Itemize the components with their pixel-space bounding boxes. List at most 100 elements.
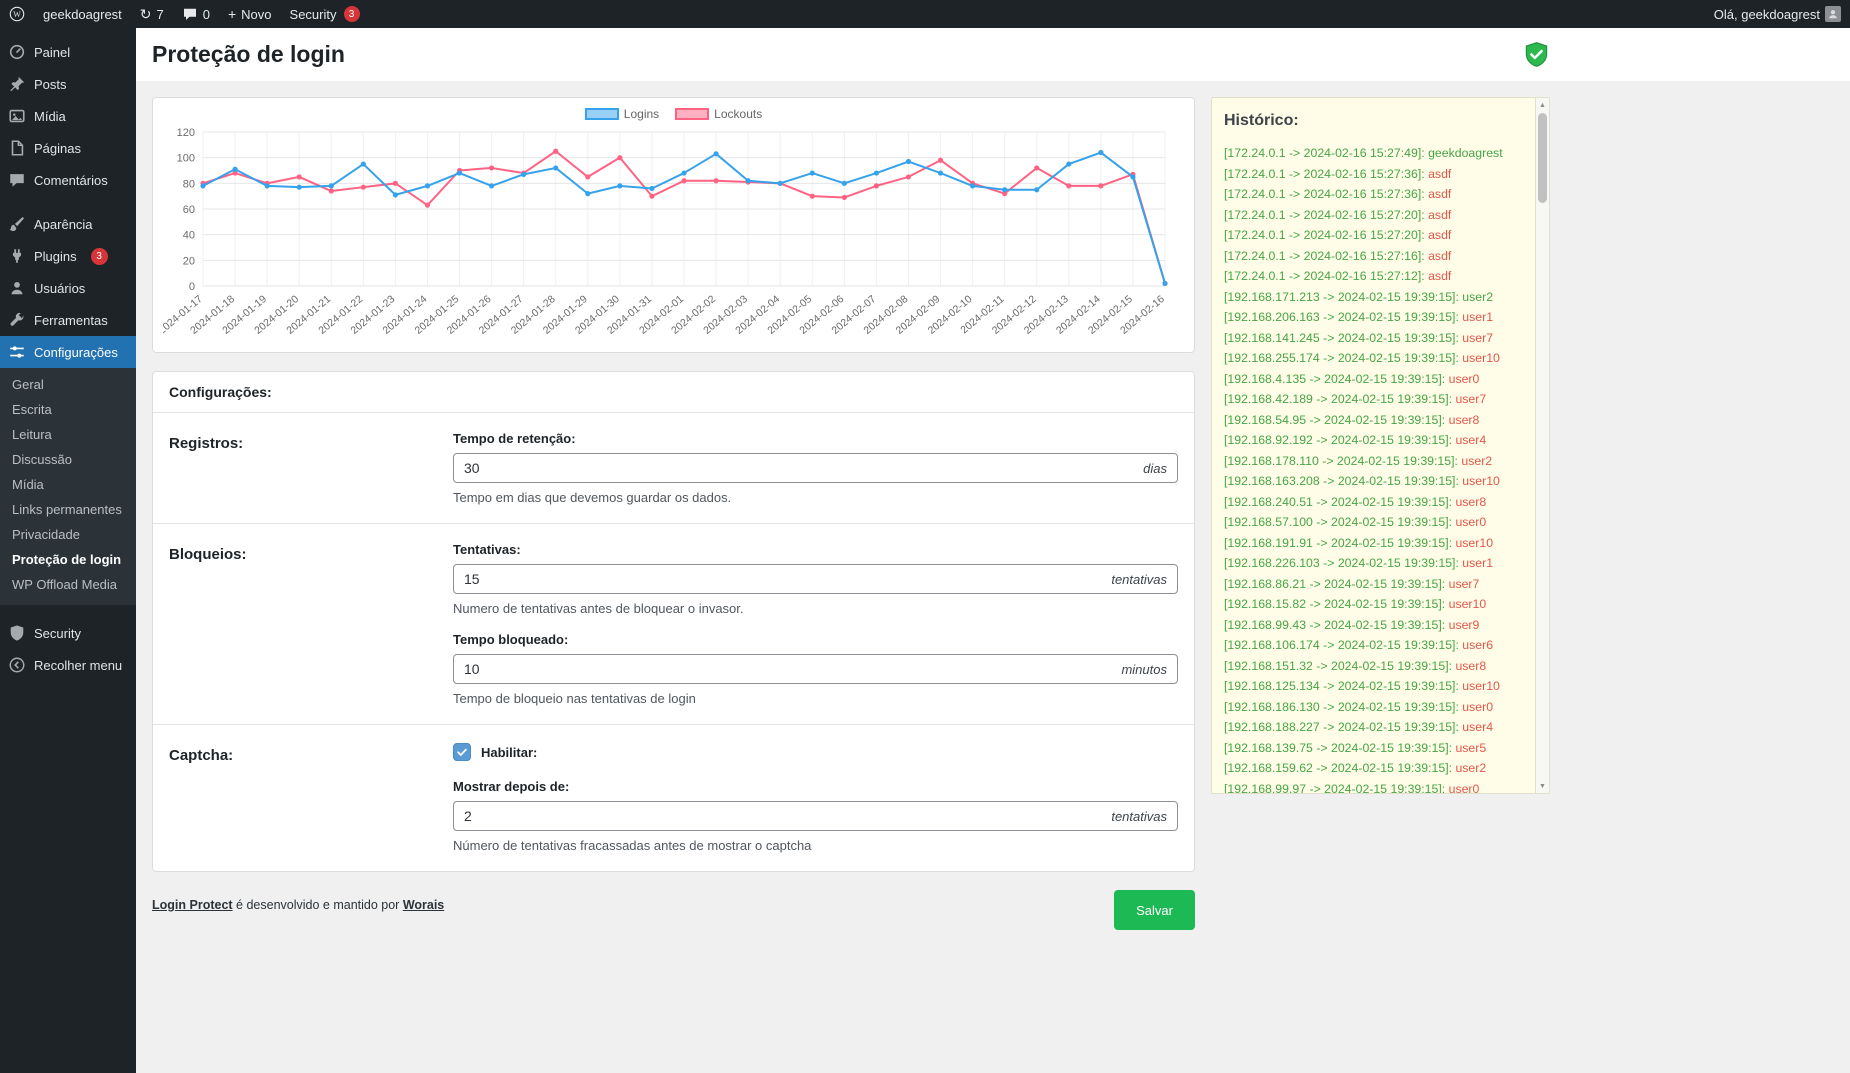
sidebar-subitem-leitura[interactable]: Leitura	[0, 422, 136, 447]
legend-label: Lockouts	[714, 107, 763, 121]
history-entry: [192.168.42.189 -> 2024-02-15 19:39:15]:…	[1224, 392, 1487, 406]
retention-input[interactable]	[464, 460, 1144, 476]
retention-suffix: dias	[1143, 460, 1167, 476]
lock-time-input-wrap: minutos	[453, 654, 1178, 684]
plugins-icon	[8, 247, 26, 265]
account-menu[interactable]: Olá, geekdoagrest	[1705, 0, 1850, 28]
save-button[interactable]: Salvar	[1114, 890, 1195, 930]
attempts-input-wrap: tentativas	[453, 564, 1178, 594]
legend-color-box	[584, 108, 619, 120]
avatar	[1825, 6, 1841, 22]
sidebar-subitem-privacidade[interactable]: Privacidade	[0, 522, 136, 547]
settings-icon	[8, 343, 26, 361]
appearance-icon	[8, 215, 26, 233]
lock-time-input[interactable]	[464, 661, 1122, 677]
section-captcha: Captcha: Habilitar: Mostrar depois de: 2…	[153, 725, 1194, 871]
sidebar-item-label: Mídia	[34, 108, 66, 124]
admin-bar-security[interactable]: Security 3	[281, 0, 369, 28]
wordpress-logo-icon[interactable]: W	[0, 0, 34, 28]
history-entry: [192.168.151.32 -> 2024-02-15 19:39:15]:…	[1224, 658, 1487, 673]
attempts-input[interactable]	[464, 571, 1112, 587]
history-entry: [172.24.0.1 -> 2024-02-16 15:27:49]: gee…	[1224, 146, 1503, 160]
sidebar-item-configuracoes[interactable]: Configurações	[0, 336, 136, 368]
history-entry: [192.168.99.43 -> 2024-02-15 19:39:15]: …	[1224, 617, 1480, 632]
sidebar-item-security[interactable]: Security	[0, 617, 136, 649]
comments-indicator[interactable]: 0	[173, 0, 219, 28]
history-entry: [172.24.0.1 -> 2024-02-16 15:27:16]: asd…	[1224, 248, 1452, 263]
new-content-button[interactable]: + Novo	[219, 0, 281, 28]
sidebar-item-plugins[interactable]: Plugins 3	[0, 240, 136, 272]
posts-icon	[8, 75, 26, 93]
sidebar-subitem-wp-offload-media[interactable]: WP Offload Media	[0, 572, 136, 597]
sidebar-item-recolher-menu[interactable]: Recolher menu	[0, 649, 136, 681]
sidebar-item-label: Posts	[34, 76, 67, 92]
dashboard-icon	[8, 43, 26, 61]
history-entry: [192.168.106.174 -> 2024-02-15 19:39:15]…	[1224, 638, 1494, 652]
sidebar-subitem-discussao[interactable]: Discussão	[0, 447, 136, 472]
scroll-up-icon[interactable]: ▲	[1536, 98, 1549, 112]
retention-label: Tempo de retenção:	[453, 431, 576, 446]
history-entry: [192.168.226.103 -> 2024-02-15 19:39:15]…	[1224, 556, 1494, 570]
section-bloqueios: Bloqueios: Tentativas: tentativas Numero…	[153, 524, 1194, 725]
sidebar-item-usuarios[interactable]: Usuários	[0, 272, 136, 304]
retention-help: Tempo em dias que devemos guardar os dad…	[453, 490, 732, 505]
page-title: Proteção de login	[152, 41, 345, 67]
author-link[interactable]: Worais	[403, 898, 444, 912]
history-heading: Histórico:	[1224, 112, 1299, 129]
history-entry: [192.168.186.130 -> 2024-02-15 19:39:15]…	[1224, 699, 1494, 714]
login-protect-shield-icon	[1523, 41, 1550, 68]
update-count-badge: 3	[90, 247, 108, 265]
comments-count: 0	[202, 6, 210, 22]
history-entry: [192.168.92.192 -> 2024-02-15 19:39:15]:…	[1224, 433, 1487, 447]
sidebar-item-ferramentas[interactable]: Ferramentas	[0, 304, 136, 336]
captcha-after-suffix: tentativas	[1111, 808, 1167, 824]
footer-row: Login Protect é desenvolvido e mantido p…	[152, 890, 1195, 930]
section-registros: Registros: Tempo de retenção: dias Tempo…	[153, 413, 1194, 524]
sidebar-item-aparencia[interactable]: Aparência	[0, 208, 136, 240]
history-entry: [192.168.15.82 -> 2024-02-15 19:39:15]: …	[1224, 597, 1487, 611]
sidebar-subitem-escrita[interactable]: Escrita	[0, 397, 136, 422]
sidebar-subitem-geral[interactable]: Geral	[0, 372, 136, 397]
retention-input-wrap: dias	[453, 453, 1178, 483]
history-entry: [192.168.255.174 -> 2024-02-15 19:39:15]…	[1224, 351, 1500, 365]
updates-icon: ↻	[139, 6, 152, 22]
sidebar-item-painel[interactable]: Painel	[0, 36, 136, 68]
svg-text:80: 80	[183, 178, 195, 190]
legend-item-lockouts[interactable]: Lockouts	[675, 107, 762, 121]
sidebar-item-label: Configurações	[34, 344, 118, 360]
section-label: Bloqueios:	[169, 546, 247, 563]
sidebar-subitem-links-permanentes[interactable]: Links permanentes	[0, 497, 136, 522]
page-header: Proteção de login	[136, 28, 1850, 81]
updates-indicator[interactable]: ↻ 7	[131, 0, 173, 28]
sidebar-item-midia[interactable]: Mídia	[0, 100, 136, 132]
site-name-link[interactable]: geekdoagrest	[34, 0, 131, 28]
login-chart-card: Logins Lockouts 0 20 40 60 80 100 120 2024-01-17…	[152, 97, 1195, 353]
scroll-down-icon[interactable]: ▼	[1536, 779, 1549, 793]
tools-icon	[8, 311, 26, 329]
section-label: Registros:	[169, 435, 244, 452]
sidebar-subitem-midia[interactable]: Mídia	[0, 472, 136, 497]
attempts-label: Tentativas:	[453, 542, 521, 557]
svg-text:60: 60	[183, 204, 195, 216]
collapse-icon	[8, 656, 26, 674]
legend-item-logins[interactable]: Logins	[584, 107, 659, 121]
history-entry: [172.24.0.1 -> 2024-02-16 15:27:36]: asd…	[1224, 166, 1452, 181]
captcha-after-input[interactable]	[464, 808, 1112, 824]
captcha-enable-checkbox[interactable]	[453, 743, 471, 761]
sidebar-item-label: Recolher menu	[34, 657, 123, 673]
section-label: Captcha:	[169, 747, 234, 764]
comments-icon	[8, 171, 26, 189]
sidebar-item-paginas[interactable]: Páginas	[0, 132, 136, 164]
sidebar-subitem-protecao-de-login[interactable]: Proteção de login	[0, 547, 136, 572]
history-list: [172.24.0.1 -> 2024-02-16 15:27:49]: gee…	[1224, 143, 1523, 793]
scrollbar-thumb[interactable]	[1538, 113, 1547, 203]
history-entry: [192.168.163.208 -> 2024-02-15 19:39:15]…	[1224, 474, 1500, 488]
history-scrollbar[interactable]: ▲ ▼	[1535, 98, 1549, 793]
plugin-link[interactable]: Login Protect	[152, 898, 233, 912]
sidebar-item-comentarios[interactable]: Comentários	[0, 164, 136, 196]
attempts-help: Numero de tentativas antes de bloquear o…	[453, 601, 744, 616]
captcha-after-label: Mostrar depois de:	[453, 779, 570, 794]
history-entry: [192.168.206.163 -> 2024-02-15 19:39:15]…	[1224, 310, 1494, 324]
lock-time-suffix: minutos	[1121, 661, 1167, 677]
sidebar-item-posts[interactable]: Posts	[0, 68, 136, 100]
